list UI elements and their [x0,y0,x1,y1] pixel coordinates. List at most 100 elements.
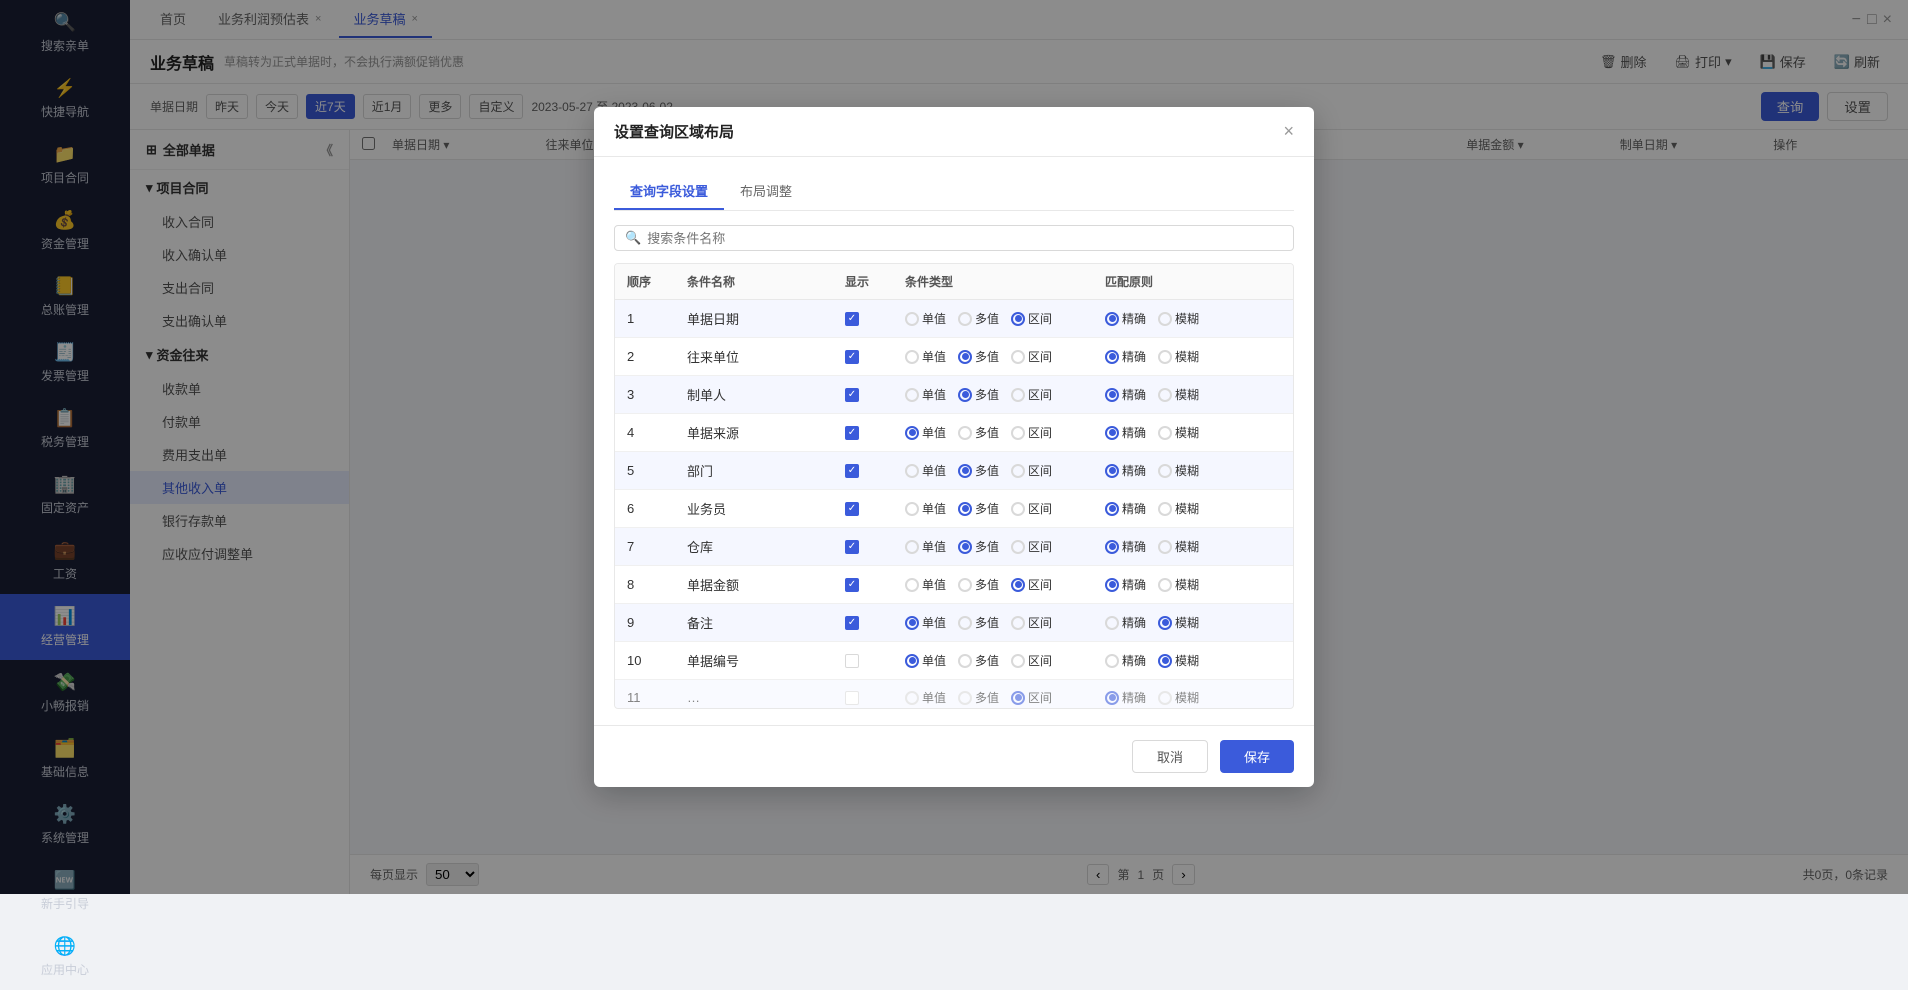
radio-single[interactable]: 单值 [905,614,946,631]
radio-exact[interactable]: 精确 [1105,500,1146,517]
display-checkbox[interactable] [845,388,859,402]
modal-close-button[interactable]: × [1283,121,1294,142]
radio-single[interactable]: 单值 [905,386,946,403]
radio-range[interactable]: 区间 [1011,424,1052,441]
row-display[interactable] [833,604,893,641]
radio-multi[interactable]: 多值 [958,538,999,555]
radio-fuzzy[interactable]: 模糊 [1158,348,1199,365]
radio-range[interactable]: 区间 [1011,348,1052,365]
save-button[interactable]: 保存 [1220,740,1294,773]
row-display[interactable] [833,642,893,679]
radio-multi[interactable]: 多值 [958,386,999,403]
modal-tab-fields[interactable]: 查询字段设置 [614,173,724,210]
radio-multi[interactable]: 多值 [958,424,999,441]
radio-fuzzy[interactable]: 模糊 [1158,424,1199,441]
row-display[interactable] [833,452,893,489]
row-type: 单值 多值 区间 [893,680,1093,709]
type-radio-group: 单值 多值 区间 [905,348,1052,365]
match-radio-group: 精确 模糊 [1105,348,1199,365]
display-checkbox[interactable] [845,426,859,440]
radio-range[interactable]: 区间 [1011,614,1052,631]
radio-single[interactable]: 单值 [905,689,946,706]
row-display[interactable] [833,566,893,603]
row-display[interactable] [833,528,893,565]
sidebar-item-appstore[interactable]: 🌐 应用中心 [0,924,130,990]
radio-multi[interactable]: 多值 [958,652,999,669]
radio-single[interactable]: 单值 [905,424,946,441]
row-display[interactable] [833,680,893,709]
sidebar-item-label: 应用中心 [41,961,89,978]
header-display: 显示 [833,264,893,299]
row-display[interactable] [833,490,893,527]
radio-exact[interactable]: 精确 [1105,424,1146,441]
radio-multi[interactable]: 多值 [958,614,999,631]
radio-range[interactable]: 区间 [1011,500,1052,517]
display-checkbox[interactable] [845,691,859,705]
radio-fuzzy[interactable]: 模糊 [1158,576,1199,593]
radio-single[interactable]: 单值 [905,652,946,669]
radio-fuzzy[interactable]: 模糊 [1158,689,1199,706]
radio-fuzzy[interactable]: 模糊 [1158,614,1199,631]
radio-multi[interactable]: 多值 [958,310,999,327]
radio-range[interactable]: 区间 [1011,310,1052,327]
type-radio-group: 单值 多值 区间 [905,462,1052,479]
row-type: 单值 多值 区间 [893,414,1093,451]
display-checkbox[interactable] [845,654,859,668]
radio-single[interactable]: 单值 [905,500,946,517]
radio-fuzzy[interactable]: 模糊 [1158,500,1199,517]
modal-title: 设置查询区域布局 [614,121,734,142]
radio-fuzzy[interactable]: 模糊 [1158,652,1199,669]
radio-single[interactable]: 单值 [905,538,946,555]
radio-multi[interactable]: 多值 [958,689,999,706]
type-radio-group: 单值 多值 区间 [905,576,1052,593]
radio-range[interactable]: 区间 [1011,576,1052,593]
display-checkbox[interactable] [845,502,859,516]
radio-exact[interactable]: 精确 [1105,576,1146,593]
radio-exact[interactable]: 精确 [1105,386,1146,403]
display-checkbox[interactable] [845,350,859,364]
radio-range[interactable]: 区间 [1011,462,1052,479]
modal-tab-layout[interactable]: 布局调整 [724,173,808,210]
radio-range[interactable]: 区间 [1011,538,1052,555]
radio-single[interactable]: 单值 [905,462,946,479]
radio-fuzzy[interactable]: 模糊 [1158,462,1199,479]
table-row: 7 仓库 单值 多值 区间 精确 模糊 [615,528,1293,566]
row-display[interactable] [833,414,893,451]
display-checkbox[interactable] [845,540,859,554]
cancel-button[interactable]: 取消 [1132,740,1208,773]
radio-exact[interactable]: 精确 [1105,462,1146,479]
radio-exact[interactable]: 精确 [1105,310,1146,327]
radio-exact[interactable]: 精确 [1105,689,1146,706]
radio-multi[interactable]: 多值 [958,500,999,517]
row-order: 1 [615,300,675,337]
radio-range[interactable]: 区间 [1011,386,1052,403]
radio-fuzzy[interactable]: 模糊 [1158,310,1199,327]
radio-range[interactable]: 区间 [1011,652,1052,669]
radio-fuzzy[interactable]: 模糊 [1158,538,1199,555]
radio-range[interactable]: 区间 [1011,689,1052,706]
row-display[interactable] [833,300,893,337]
radio-exact[interactable]: 精确 [1105,652,1146,669]
row-order: 3 [615,376,675,413]
radio-exact[interactable]: 精确 [1105,538,1146,555]
display-checkbox[interactable] [845,616,859,630]
radio-single[interactable]: 单值 [905,576,946,593]
radio-exact[interactable]: 精确 [1105,614,1146,631]
radio-single[interactable]: 单值 [905,310,946,327]
modal-overlay: 设置查询区域布局 × 查询字段设置 布局调整 🔍 [0,0,1908,894]
display-checkbox[interactable] [845,464,859,478]
radio-fuzzy[interactable]: 模糊 [1158,386,1199,403]
radio-multi[interactable]: 多值 [958,462,999,479]
display-checkbox[interactable] [845,312,859,326]
radio-multi[interactable]: 多值 [958,348,999,365]
display-checkbox[interactable] [845,578,859,592]
radio-single[interactable]: 单值 [905,348,946,365]
row-type: 单值 多值 区间 [893,300,1093,337]
modal-search-input[interactable] [647,231,1283,246]
row-display[interactable] [833,338,893,375]
radio-exact[interactable]: 精确 [1105,348,1146,365]
settings-table-header: 顺序 条件名称 显示 条件类型 匹配原则 [615,264,1293,300]
type-radio-group: 单值 多值 区间 [905,689,1052,706]
radio-multi[interactable]: 多值 [958,576,999,593]
row-display[interactable] [833,376,893,413]
